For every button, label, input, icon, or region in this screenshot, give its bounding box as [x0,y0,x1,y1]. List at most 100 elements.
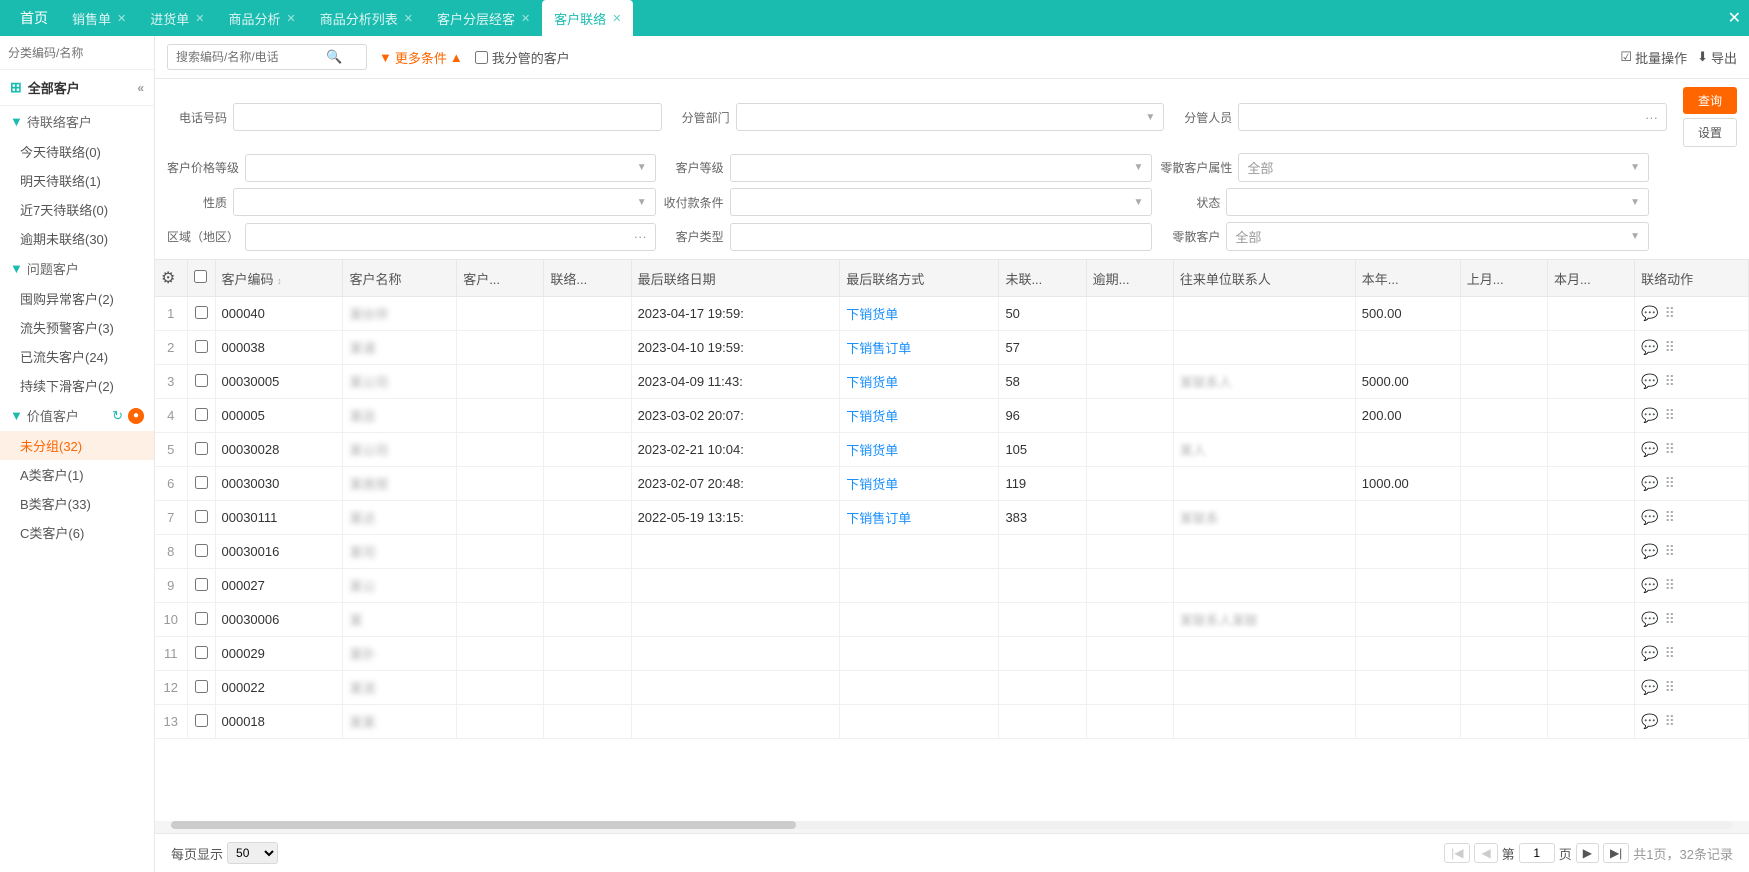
filter-price-level-input[interactable]: ▼ [245,154,656,182]
row-checkbox[interactable] [195,612,208,625]
sidebar-item-loss-warning[interactable]: 流失预警客户(3) [0,313,154,342]
row-checkbox-cell[interactable] [187,433,215,467]
close-icon[interactable]: ✕ [521,12,530,25]
row-checkbox-cell[interactable] [187,399,215,433]
message-action-icon[interactable]: 💬 [1641,305,1658,322]
last-contact-method[interactable] [840,705,999,739]
message-action-icon[interactable]: 💬 [1641,543,1658,560]
more-action-icon[interactable]: ⠿ [1665,543,1675,560]
horizontal-scrollbar[interactable] [171,821,1733,829]
col-unit-contact[interactable]: 往来单位联系人 [1173,260,1355,297]
filter-dept-input[interactable]: ▼ [736,103,1165,131]
row-checkbox[interactable] [195,306,208,319]
nav-tab-sales[interactable]: 销售单 ✕ [60,0,138,36]
col-code[interactable]: 客户编码 ↕ [215,260,343,297]
category-search-input[interactable] [8,46,155,60]
all-customers-item[interactable]: ⊞ 全部客户 « [0,70,154,106]
sidebar-item-class-b[interactable]: B类客户(33) [0,489,154,518]
nav-tab-customer-segment[interactable]: 客户分层经客 ✕ [425,0,542,36]
more-action-icon[interactable]: ⠿ [1665,373,1675,390]
close-icon[interactable]: ✕ [612,12,621,25]
row-checkbox-cell[interactable] [187,671,215,705]
collapse-icon[interactable]: « [137,81,144,95]
col-last-contact-date[interactable]: 最后联络日期 [631,260,840,297]
row-checkbox[interactable] [195,340,208,353]
last-contact-method[interactable] [840,637,999,671]
row-checkbox-cell[interactable] [187,297,215,331]
close-icon[interactable]: ✕ [117,12,126,25]
sidebar-item-class-c[interactable]: C类客户(6) [0,518,154,547]
filter-customer-type-input[interactable] [730,223,1153,251]
col-name[interactable]: 客户名称 [343,260,457,297]
message-action-icon[interactable]: 💬 [1641,373,1658,390]
filter-status-input[interactable]: ▼ [1226,188,1649,216]
message-action-icon[interactable]: 💬 [1641,339,1658,356]
sidebar-item-ungroup[interactable]: 未分组(32) [0,431,154,460]
col-this-year[interactable]: 本年... [1355,260,1460,297]
col-settings[interactable]: ⚙ [155,260,187,297]
col-action[interactable]: 联络动作 [1635,260,1749,297]
more-action-icon[interactable]: ⠿ [1665,577,1675,594]
page-size-select[interactable]: 50 100 200 [227,842,278,864]
sidebar-item-lost[interactable]: 已流失客户(24) [0,342,154,371]
close-icon[interactable]: ✕ [286,12,295,25]
last-contact-method[interactable]: 下销货单 [840,399,999,433]
page-number-input[interactable] [1519,843,1555,863]
message-action-icon[interactable]: 💬 [1641,509,1658,526]
reset-button[interactable]: 设置 [1683,118,1737,147]
export-button[interactable]: ⬇ 导出 [1697,48,1737,67]
message-action-icon[interactable]: 💬 [1641,407,1658,424]
more-action-icon[interactable]: ⠿ [1665,679,1675,696]
row-checkbox-cell[interactable] [187,365,215,399]
message-action-icon[interactable]: 💬 [1641,713,1658,730]
filter-payment-input[interactable]: ▼ [730,188,1153,216]
col-checkbox[interactable] [187,260,215,297]
last-contact-method[interactable] [840,535,999,569]
refresh-icon[interactable]: ↻ [112,408,123,424]
last-contact-method[interactable]: 下销售订单 [840,501,999,535]
message-action-icon[interactable]: 💬 [1641,679,1658,696]
query-button[interactable]: 查询 [1683,87,1737,114]
last-contact-method[interactable]: 下销售订单 [840,331,999,365]
last-page-button[interactable]: ▶| [1603,843,1629,863]
last-contact-method[interactable]: 下销货单 [840,365,999,399]
more-action-icon[interactable]: ⠿ [1665,407,1675,424]
row-checkbox[interactable] [195,476,208,489]
message-action-icon[interactable]: 💬 [1641,475,1658,492]
filter-region-input[interactable]: ··· [245,223,656,251]
last-contact-method[interactable] [840,569,999,603]
close-icon[interactable]: ✕ [404,12,413,25]
filter-retail-attr-input[interactable]: 全部▼ [1238,153,1649,182]
nav-home[interactable]: 首页 [8,0,60,36]
gear-icon[interactable]: ⚙ [161,270,175,287]
more-action-icon[interactable]: ⠿ [1665,475,1675,492]
col-this-month[interactable]: 本月... [1547,260,1634,297]
last-contact-method[interactable]: 下销货单 [840,297,999,331]
my-customers-check[interactable] [475,51,488,64]
message-action-icon[interactable]: 💬 [1641,441,1658,458]
row-checkbox-cell[interactable] [187,467,215,501]
filter-customer-level-input[interactable]: ▼ [730,154,1153,182]
row-checkbox-cell[interactable] [187,331,215,365]
nav-tab-analysis[interactable]: 商品分析 ✕ [216,0,307,36]
row-checkbox[interactable] [195,646,208,659]
row-checkbox[interactable] [195,442,208,455]
close-icon[interactable]: ✕ [195,12,204,25]
search-box[interactable]: 🔍 [167,44,367,70]
last-contact-method[interactable] [840,603,999,637]
col-contact[interactable]: 联络... [544,260,631,297]
row-checkbox[interactable] [195,680,208,693]
nav-tab-analysis-list[interactable]: 商品分析列表 ✕ [308,0,425,36]
sidebar-item-7days[interactable]: 近7天待联络(0) [0,195,154,224]
last-contact-method[interactable]: 下销货单 [840,433,999,467]
row-checkbox-cell[interactable] [187,705,215,739]
filter-phone-input[interactable] [233,103,662,131]
sidebar-item-hoarding[interactable]: 囤购异常客户(2) [0,284,154,313]
batch-ops-button[interactable]: ☑ 批量操作 [1620,48,1687,67]
row-checkbox[interactable] [195,408,208,421]
sidebar-item-declining[interactable]: 持续下滑客户(2) [0,371,154,400]
row-checkbox-cell[interactable] [187,501,215,535]
more-action-icon[interactable]: ⠿ [1665,713,1675,730]
last-contact-method[interactable] [840,671,999,705]
select-all-checkbox[interactable] [194,270,207,283]
